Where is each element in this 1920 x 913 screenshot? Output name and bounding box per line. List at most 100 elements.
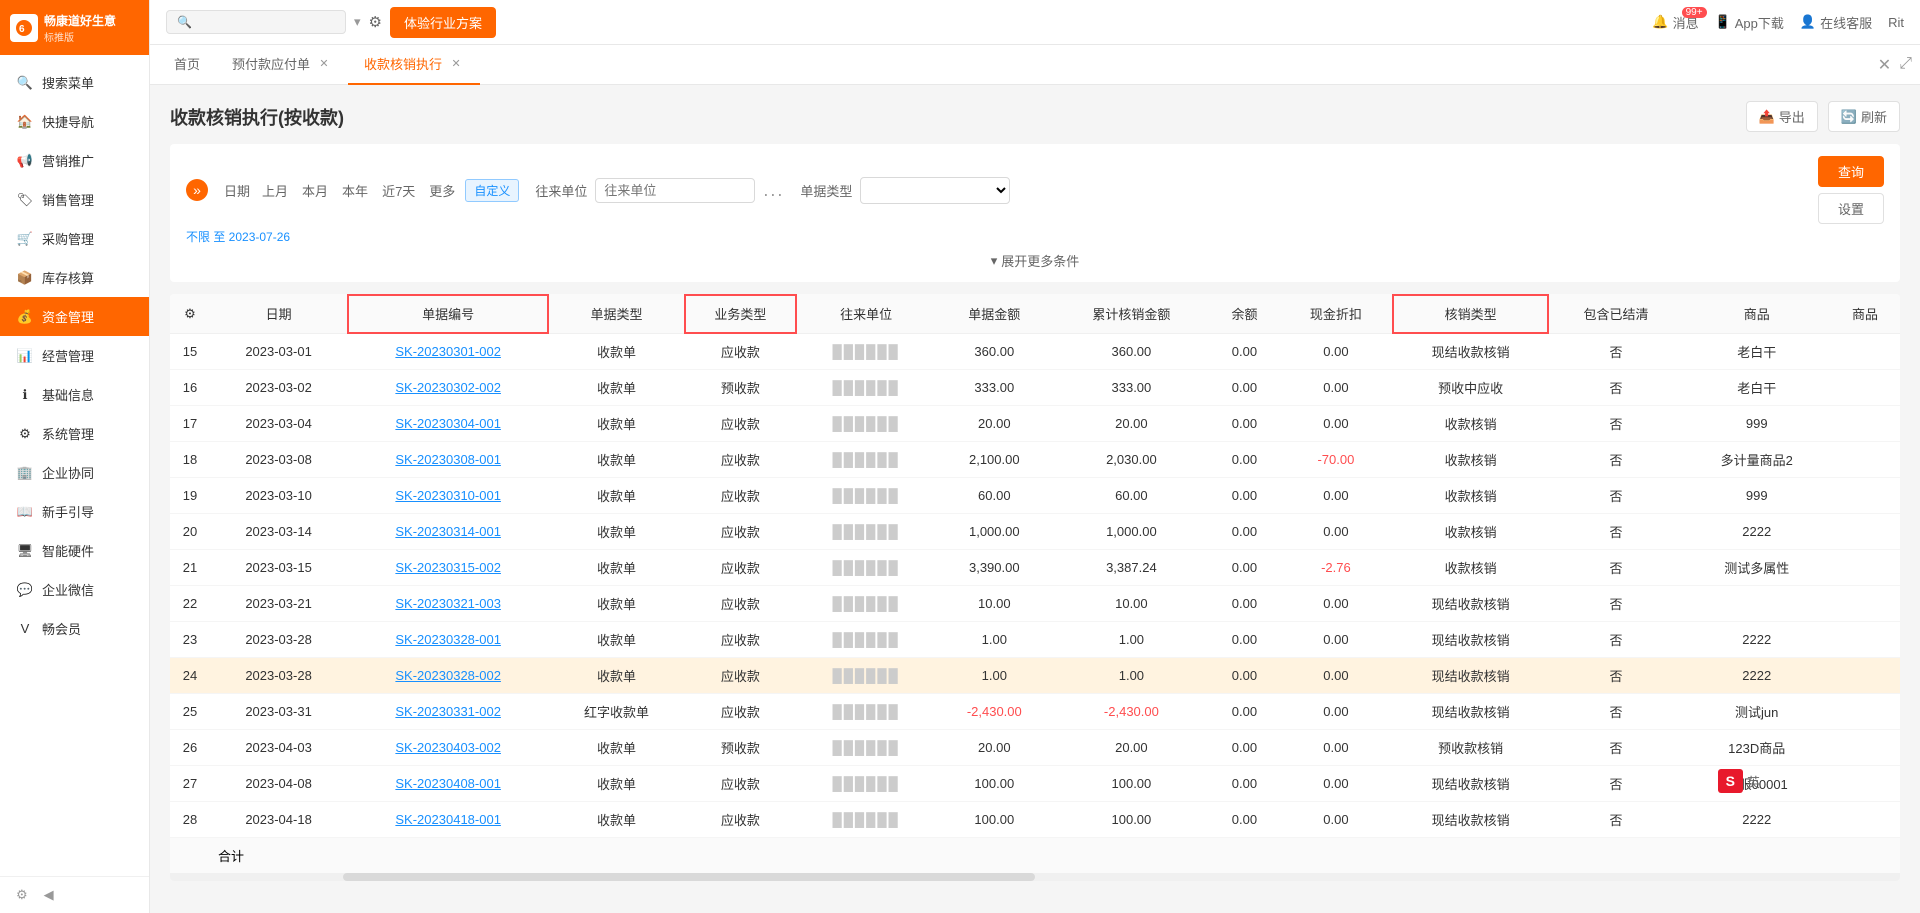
info-icon: ℹ [16,386,34,404]
sidebar-item-label: 系统管理 [42,424,94,443]
service-button[interactable]: 👤 在线客服 [1800,13,1872,32]
sidebar-item-marketing[interactable]: 📢 营销推广 [0,141,149,180]
refresh-button[interactable]: 🔄 刷新 [1828,101,1900,132]
app-name: 畅康道好生意 [44,12,116,29]
sidebar-bottom: ⚙ ◀ [0,876,149,913]
cell-voucher-no[interactable]: SK-20230328-002 [347,658,549,694]
cell-goods: 123D商品 [1683,730,1830,766]
custom-date-btn[interactable]: 自定义 [465,179,519,202]
user-name[interactable]: Rit [1888,15,1904,30]
tab-expand-icon[interactable]: ⤢ [1899,55,1912,75]
sidebar-item-finance[interactable]: 💰 资金管理 [0,297,149,336]
sidebar-item-hardware[interactable]: 🖥 智能硬件 [0,531,149,570]
cell-cancel-type: 收款核销 [1392,442,1548,478]
cell-voucher-type: 收款单 [549,514,684,550]
solution-button[interactable]: 体验行业方案 [390,7,496,38]
sidebar-item-inventory[interactable]: 📦 库存核算 [0,258,149,297]
horizontal-scrollbar[interactable] [170,873,1900,881]
cell-voucher-no[interactable]: SK-20230403-002 [347,730,549,766]
cell-amount: 60.00 [935,478,1053,514]
tab-prepay-close[interactable]: ✕ [316,56,332,72]
cell-voucher-no[interactable]: SK-20230328-001 [347,622,549,658]
date-quick-buttons: 上月 本月 本年 近7天 更多 自定义 [258,179,519,202]
cell-no: 20 [170,514,210,550]
sidebar-item-wechat[interactable]: 💬 企业微信 [0,570,149,609]
cell-cumulative: 360.00 [1053,334,1209,370]
tab-prepay[interactable]: 预付款应付单 ✕ [216,45,348,85]
cell-voucher-no[interactable]: SK-20230418-001 [347,802,549,838]
this-year-btn[interactable]: 本年 [338,179,372,202]
building-icon: 🏢 [16,464,34,482]
cell-voucher-no[interactable]: SK-20230321-003 [347,586,549,622]
sidebar-item-system[interactable]: ⚙ 系统管理 [0,414,149,453]
topbar-left: 🔍 ▾ ⚙ 体验行业方案 [166,7,1640,38]
col-cancel-type: 核销类型 [1392,294,1548,334]
more-btn[interactable]: 更多 [425,179,459,202]
cell-goods: 多计量商品2 [1683,442,1830,478]
settings-bottom-icon[interactable]: ⚙ [16,887,28,903]
sidebar-item-enterprise[interactable]: 🏢 企业协同 [0,453,149,492]
tab-collection-close[interactable]: ✕ [448,56,464,72]
cell-goods: 999 [1683,406,1830,442]
export-button[interactable]: 📤 导出 [1746,101,1818,132]
query-button[interactable]: 查询 [1818,156,1884,187]
topbar-caret-icon[interactable]: ▾ [354,14,361,30]
cell-biz-type: 应收款 [684,766,797,802]
tab-home[interactable]: 首页 [158,45,216,85]
cell-voucher-no[interactable]: SK-20230315-002 [347,550,549,586]
cell-voucher-no[interactable]: SK-20230314-001 [347,514,549,550]
cell-counterpart: ██████ [797,802,935,838]
cell-voucher-no[interactable]: SK-20230301-002 [347,334,549,370]
cell-voucher-no[interactable]: SK-20230308-001 [347,442,549,478]
expand-filter-button[interactable]: ▾ 展开更多条件 [186,251,1884,270]
sidebar-item-basic[interactable]: ℹ 基础信息 [0,375,149,414]
sidebar-item-operation[interactable]: 📊 经营管理 [0,336,149,375]
cell-date: 2023-03-28 [210,622,347,658]
last-month-btn[interactable]: 上月 [258,179,292,202]
cell-biz-type: 应收款 [684,334,797,370]
watermark: S 英 [1718,769,1760,793]
tab-collection[interactable]: 收款核销执行 ✕ [348,45,480,85]
counterpart-input[interactable] [595,178,755,203]
cell-voucher-no[interactable]: SK-20230302-002 [347,370,549,406]
last7days-btn[interactable]: 近7天 [378,179,419,202]
filter-toggle-button[interactable]: » [186,179,208,201]
sidebar-item-sales[interactable]: 🏷 销售管理 [0,180,149,219]
wechat-icon: 💬 [16,581,34,599]
cell-biz-type: 应收款 [684,694,797,730]
cell-cumulative: 1.00 [1053,658,1209,694]
col-gear[interactable]: ⚙ [170,294,210,334]
topbar-gear-icon[interactable]: ⚙ [369,13,382,31]
cell-no: 15 [170,334,210,370]
cell-biz-type: 应收款 [684,478,797,514]
scrollbar-thumb[interactable] [343,873,1035,881]
cell-voucher-no[interactable]: SK-20230310-001 [347,478,549,514]
notice-button[interactable]: 🔔 消息 99+ [1652,13,1698,32]
cell-goods2 [1830,370,1900,406]
topbar-search[interactable]: 🔍 [166,10,346,34]
voucher-type-select[interactable] [860,177,1010,204]
cell-voucher-no[interactable]: SK-20230304-001 [347,406,549,442]
sidebar-item-member[interactable]: V 畅会员 [0,609,149,648]
bell-icon: 🔔 [1652,14,1668,30]
sidebar-item-search[interactable]: 🔍 搜索菜单 [0,63,149,102]
cell-amount: 1,000.00 [935,514,1053,550]
cell-counterpart: ██████ [797,586,935,622]
app-download-button[interactable]: 📱 App下载 [1715,13,1784,32]
cell-voucher-no[interactable]: SK-20230331-002 [347,694,549,730]
collapse-icon[interactable]: ◀ [44,887,54,903]
table-scroll-container[interactable]: ⚙ 日期 单据编号 单据类型 业务类型 往来单位 单据金额 累计核销金额 余额 … [170,294,1900,873]
cell-voucher-no[interactable]: SK-20230408-001 [347,766,549,802]
sidebar-item-label: 销售管理 [42,190,94,209]
sidebar-item-purchase[interactable]: 🛒 采购管理 [0,219,149,258]
tab-close-all-icon[interactable]: ✕ [1878,55,1891,75]
settings-button[interactable]: 设置 [1818,193,1884,224]
cell-amount: 100.00 [935,802,1053,838]
counterpart-dots[interactable]: ... [763,180,784,201]
sidebar-item-quicknav[interactable]: 🏠 快捷导航 [0,102,149,141]
sidebar-item-guide[interactable]: 📖 新手引导 [0,492,149,531]
cell-date: 2023-04-03 [210,730,347,766]
cell-cash-discount: 0.00 [1279,334,1392,370]
cell-cash-discount: -2.76 [1279,550,1392,586]
this-month-btn[interactable]: 本月 [298,179,332,202]
